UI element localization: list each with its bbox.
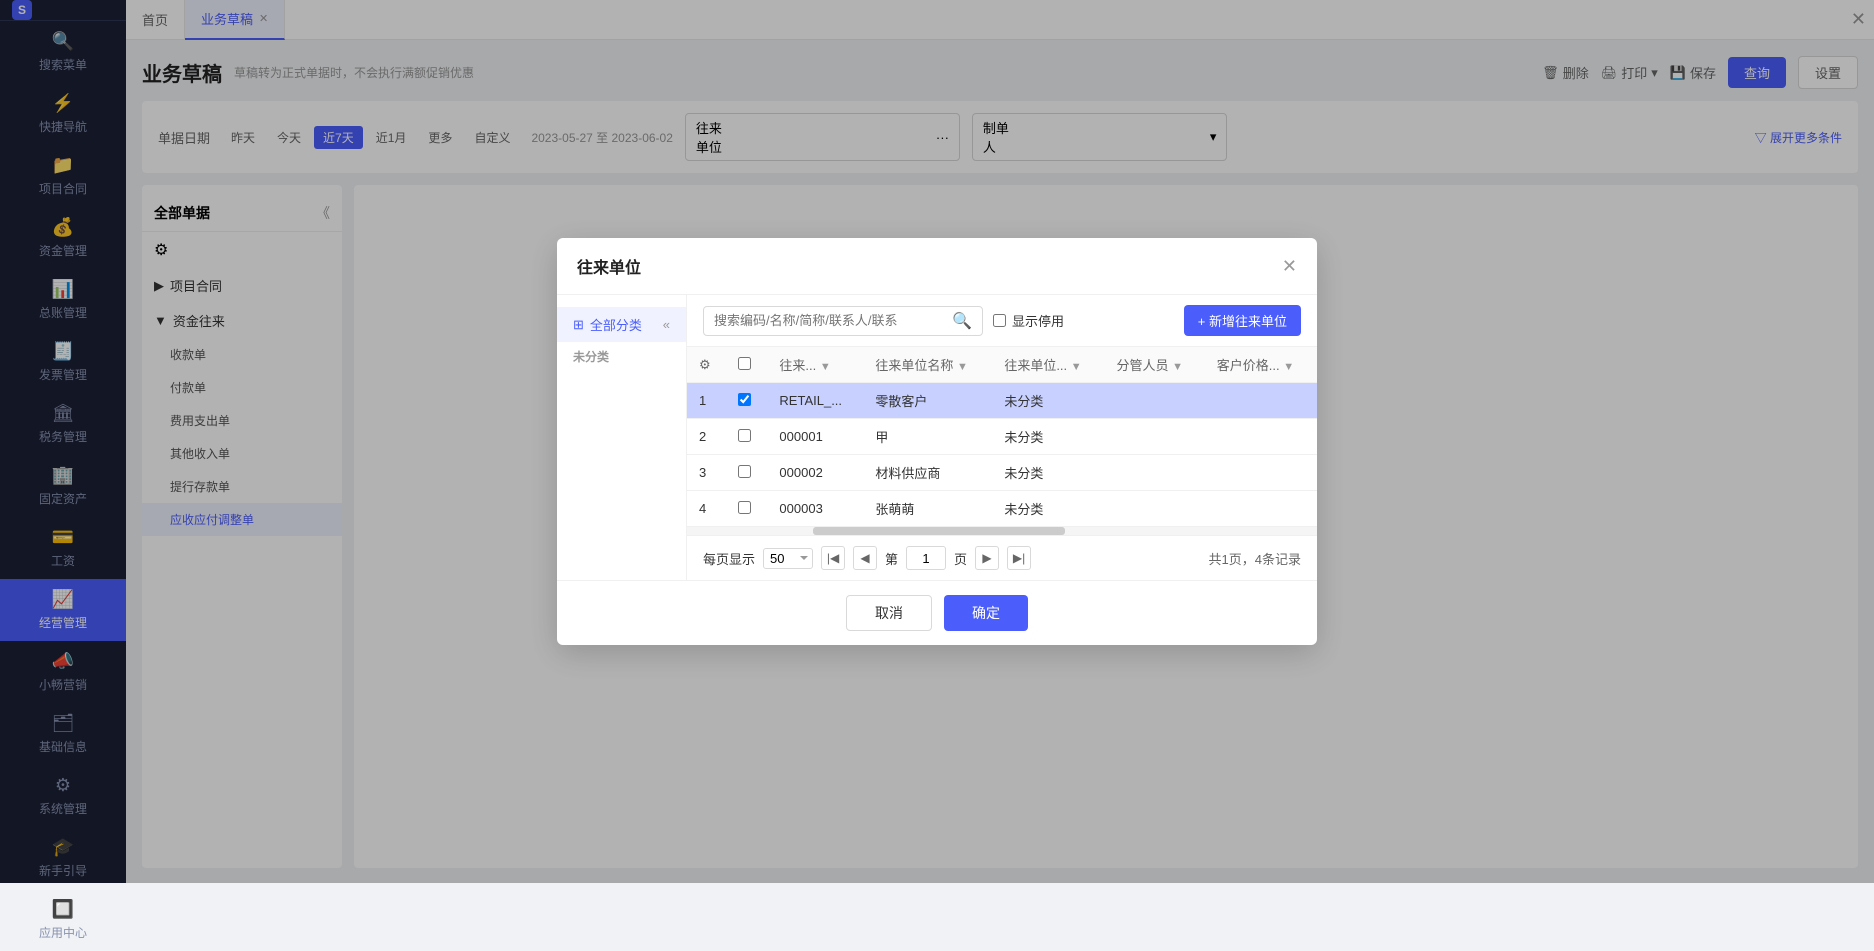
row-name-1: 零散客户	[863, 383, 992, 419]
search-icon: 🔍	[952, 311, 972, 331]
row-code-3: 000002	[767, 455, 863, 491]
code-filter-icon[interactable]: ▼	[820, 361, 831, 373]
sidebar-collapse-icon[interactable]: «	[663, 317, 670, 332]
table-row[interactable]: 4 000003 张萌萌 未分类	[687, 491, 1317, 527]
th-checkbox	[726, 347, 767, 383]
select-all-checkbox[interactable]	[738, 357, 751, 370]
show-disabled-checkbox[interactable]	[993, 314, 1006, 327]
row-code-4: 000003	[767, 491, 863, 527]
row-category-2: 未分类	[992, 419, 1104, 455]
partner-table: ⚙ 往来... ▼ 往来单位名称 ▼ 往来单位... ▼ 分管人员 ▼ 客户价格…	[687, 347, 1317, 527]
table-row[interactable]: 1 RETAIL_... 零散客户 未分类	[687, 383, 1317, 419]
partner-search-box[interactable]: 🔍	[703, 306, 983, 336]
per-page-select[interactable]: 50 100	[763, 548, 813, 569]
partner-modal: 往来单位 ✕ ⊞ 全部分类 « 未分类 🔍	[557, 238, 1317, 645]
horizontal-scrollbar[interactable]	[687, 527, 1317, 535]
modal-pagination: 每页显示 50 100 |◀ ◀ 第 页 ▶ ▶| 共1页，4条记录	[687, 535, 1317, 580]
prev-page-btn[interactable]: ◀	[853, 546, 877, 570]
row-name-4: 张萌萌	[863, 491, 992, 527]
manager-filter-icon[interactable]: ▼	[1172, 361, 1183, 373]
apps-icon: 🔲	[52, 899, 74, 920]
row-price-1	[1205, 383, 1317, 419]
per-page-label: 每页显示	[703, 549, 755, 568]
table-row[interactable]: 3 000002 材料供应商 未分类	[687, 455, 1317, 491]
row-code-1: RETAIL_...	[767, 383, 863, 419]
row-category-1: 未分类	[992, 383, 1104, 419]
page-unit-label: 页	[954, 549, 967, 568]
modal-sidebar: ⊞ 全部分类 « 未分类	[557, 295, 687, 580]
row-price-3	[1205, 455, 1317, 491]
show-disabled-checkbox-label[interactable]: 显示停用	[993, 311, 1064, 330]
modal-overlay[interactable]: 往来单位 ✕ ⊞ 全部分类 « 未分类 🔍	[0, 0, 1874, 883]
modal-table-wrap: ⚙ 往来... ▼ 往来单位名称 ▼ 往来单位... ▼ 分管人员 ▼ 客户价格…	[687, 347, 1317, 527]
row-price-2	[1205, 419, 1317, 455]
name-filter-icon[interactable]: ▼	[957, 361, 968, 373]
modal-footer: 取消 确定	[557, 580, 1317, 645]
first-page-btn[interactable]: |◀	[821, 546, 845, 570]
sidebar-item-apps[interactable]: 🔲 应用中心	[0, 889, 126, 951]
partner-search-input[interactable]	[714, 313, 946, 328]
cancel-button[interactable]: 取消	[846, 595, 932, 631]
price-filter-icon[interactable]: ▼	[1283, 361, 1294, 373]
th-code: 往来... ▼	[767, 347, 863, 383]
row-checkbox-4[interactable]	[726, 491, 767, 527]
total-info: 共1页，4条记录	[1209, 549, 1301, 568]
row-name-2: 甲	[863, 419, 992, 455]
modal-title: 往来单位	[577, 254, 641, 278]
th-settings: ⚙	[687, 347, 726, 383]
th-manager: 分管人员 ▼	[1105, 347, 1205, 383]
next-page-btn[interactable]: ▶	[975, 546, 999, 570]
row-category-4: 未分类	[992, 491, 1104, 527]
row-num-1: 1	[687, 383, 726, 419]
table-header-row: ⚙ 往来... ▼ 往来单位名称 ▼ 往来单位... ▼ 分管人员 ▼ 客户价格…	[687, 347, 1317, 383]
row-checkbox-3[interactable]	[726, 455, 767, 491]
th-category: 往来单位... ▼	[992, 347, 1104, 383]
modal-content-area: 🔍 显示停用 + 新增往来单位 ⚙	[687, 295, 1317, 580]
row-manager-4	[1105, 491, 1205, 527]
row-code-2: 000001	[767, 419, 863, 455]
modal-sidebar-all[interactable]: ⊞ 全部分类 «	[557, 307, 686, 342]
row-category-3: 未分类	[992, 455, 1104, 491]
row-name-3: 材料供应商	[863, 455, 992, 491]
row-num-2: 2	[687, 419, 726, 455]
th-price: 客户价格... ▼	[1205, 347, 1317, 383]
row-checkbox-1[interactable]	[726, 383, 767, 419]
confirm-button[interactable]: 确定	[944, 595, 1028, 631]
row-manager-1	[1105, 383, 1205, 419]
page-word: 第	[885, 549, 898, 568]
unclassified-label: 未分类	[557, 342, 686, 371]
row-num-4: 4	[687, 491, 726, 527]
row-num-3: 3	[687, 455, 726, 491]
row-checkbox-2[interactable]	[726, 419, 767, 455]
row-manager-2	[1105, 419, 1205, 455]
category-filter-icon[interactable]: ▼	[1071, 361, 1082, 373]
last-page-btn[interactable]: ▶|	[1007, 546, 1031, 570]
add-partner-button[interactable]: + 新增往来单位	[1184, 305, 1301, 336]
table-row[interactable]: 2 000001 甲 未分类	[687, 419, 1317, 455]
grid-icon: ⊞	[573, 317, 584, 333]
row-manager-3	[1105, 455, 1205, 491]
modal-header: 往来单位 ✕	[557, 238, 1317, 295]
row-price-4	[1205, 491, 1317, 527]
modal-body: ⊞ 全部分类 « 未分类 🔍 显示停用	[557, 295, 1317, 580]
modal-close-button[interactable]: ✕	[1282, 256, 1297, 277]
scrollbar-thumb	[813, 527, 1065, 535]
page-number-input[interactable]	[906, 546, 946, 570]
modal-toolbar: 🔍 显示停用 + 新增往来单位	[687, 295, 1317, 347]
th-name: 往来单位名称 ▼	[863, 347, 992, 383]
